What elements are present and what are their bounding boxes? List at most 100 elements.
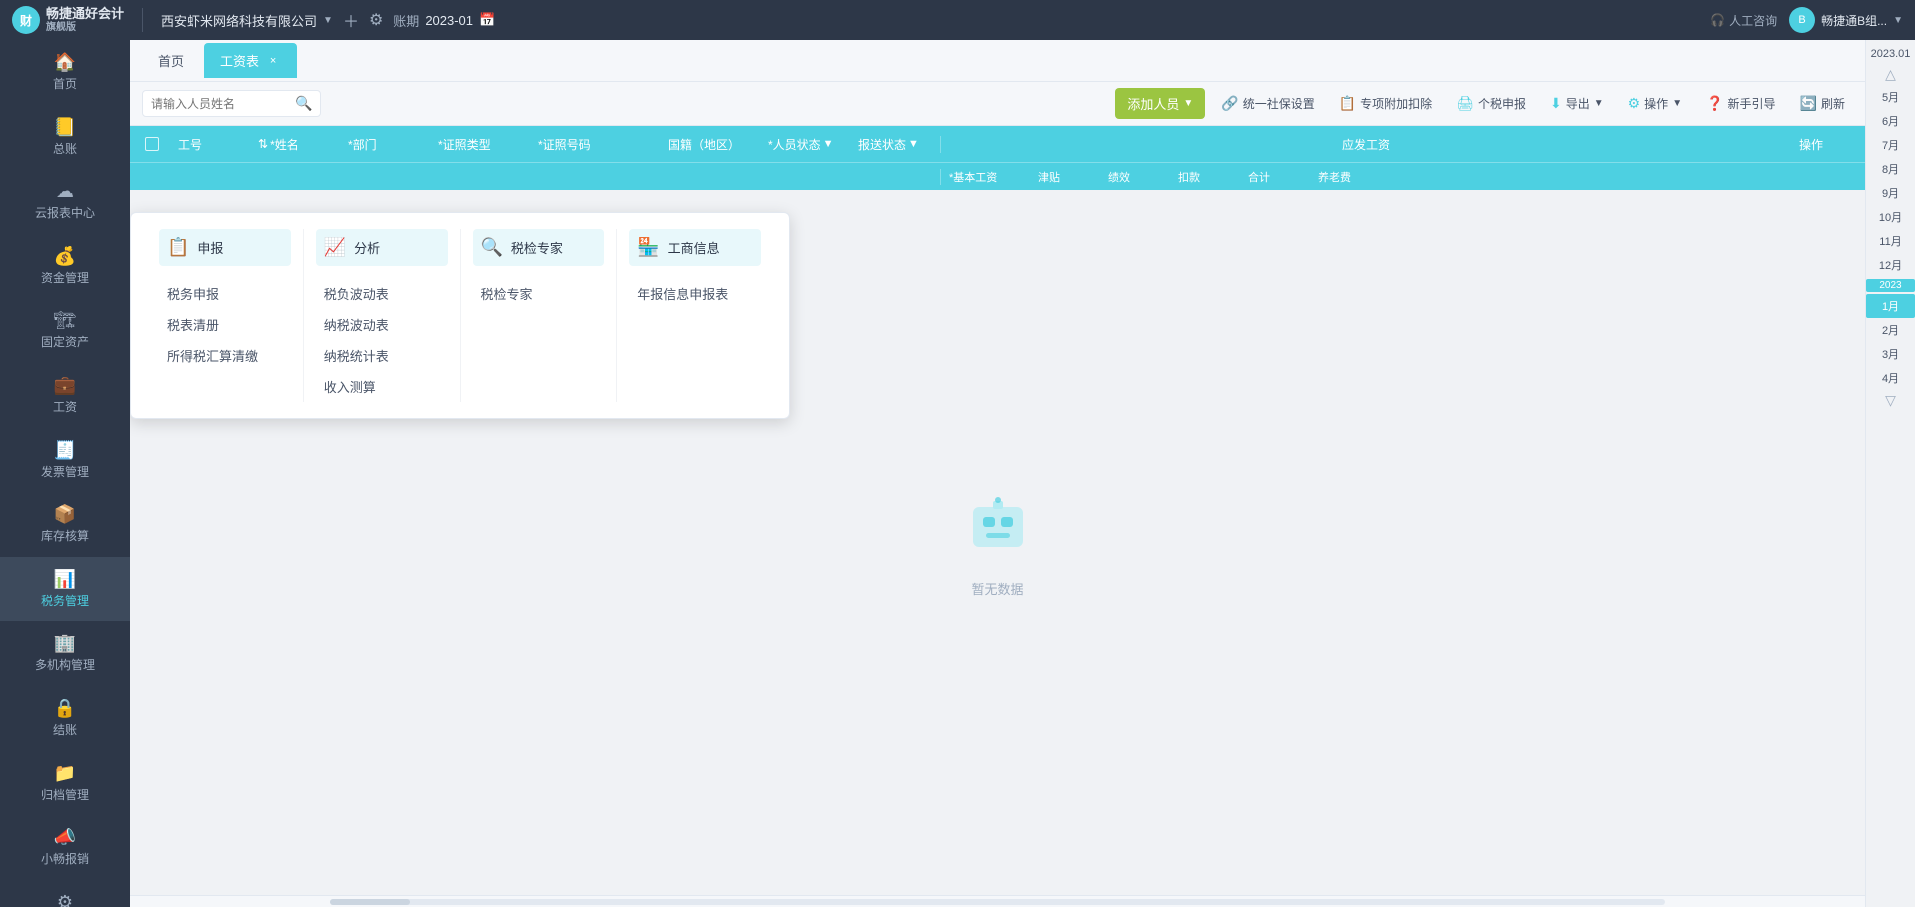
- sidebar-item-fixed-assets[interactable]: 🏗 固定资产: [0, 298, 130, 363]
- shouru-cesuan-item[interactable]: 收入测算: [316, 371, 448, 402]
- export-chevron-icon: ▼: [1594, 98, 1604, 109]
- th-base-salary: *基本工资: [940, 169, 1030, 185]
- dropdown-section-shuijian: 🔍 税检专家 税检专家: [461, 229, 618, 402]
- gongshang-header: 🏪 工商信息: [629, 229, 761, 266]
- sidebar-item-ledger[interactable]: 📒 总账: [0, 105, 130, 170]
- gongshang-title: 工商信息: [668, 238, 720, 257]
- tab-home[interactable]: 首页: [142, 43, 200, 78]
- tax-shenbao-item[interactable]: 税务申报: [159, 278, 291, 309]
- sidebar-label-inventory: 库存核算: [41, 529, 89, 545]
- add-person-chevron-icon: ▼: [1183, 98, 1193, 109]
- user-name: 畅捷通B组...: [1821, 12, 1887, 29]
- settings-button[interactable]: ⚙: [369, 10, 383, 30]
- shufu-biaodong-item[interactable]: 税负波动表: [316, 278, 448, 309]
- calendar-up-button[interactable]: △: [1883, 64, 1898, 85]
- calendar-month-12[interactable]: 12月: [1866, 253, 1915, 277]
- nianbao-item[interactable]: 年报信息申报表: [629, 278, 761, 309]
- guide2-icon: ❓: [1706, 95, 1723, 112]
- operations-icon: ⚙: [1628, 95, 1641, 112]
- sidebar-item-archive[interactable]: 📁 归档管理: [0, 751, 130, 816]
- calendar-month-2[interactable]: 2月: [1866, 318, 1915, 342]
- social-security-icon: 🔗: [1221, 95, 1238, 112]
- tax-report-button[interactable]: 🖨 个税申报: [1448, 91, 1534, 116]
- sidebar-item-fund[interactable]: 💰 资金管理: [0, 234, 130, 299]
- logo-text: 畅捷通好会计: [46, 6, 124, 22]
- search-input[interactable]: [151, 97, 291, 111]
- calendar-month-4[interactable]: 4月: [1866, 366, 1915, 390]
- header-checkbox[interactable]: [145, 137, 159, 151]
- table-subheader: *基本工资 津贴 绩效 扣款 合计 养老费: [130, 162, 1865, 190]
- org-icon: 🏢: [54, 633, 76, 654]
- nashui-tongjibiao-item[interactable]: 纳税统计表: [316, 340, 448, 371]
- guide2-label: 新手引导: [1728, 95, 1776, 112]
- guide-button[interactable]: ❓ 新手引导: [1698, 91, 1783, 116]
- add-company-button[interactable]: ＋: [343, 8, 359, 32]
- nashui-biaodong-item[interactable]: 纳税波动表: [316, 309, 448, 340]
- sidebar-label-salary: 工资: [53, 400, 77, 416]
- th-payroll-group: 应发工资: [940, 136, 1791, 153]
- logo-area: 财 畅捷通好会计 旗舰版: [12, 6, 124, 34]
- toolbar: 🔍 添加人员 ▼ 🔗 统一社保设置 📋 专项附加扣除 🖨 个税申报: [130, 82, 1865, 126]
- calendar-month-11[interactable]: 11月: [1866, 229, 1915, 253]
- scroll-bar[interactable]: [130, 895, 1865, 907]
- dropdown-section-gongshang: 🏪 工商信息 年报信息申报表: [617, 229, 773, 402]
- sidebar-item-home[interactable]: 🏠 首页: [0, 40, 130, 105]
- gongshang-icon: 🏪: [637, 237, 659, 258]
- th-cert-no: *证照号码: [530, 136, 660, 153]
- report-status-filter-icon[interactable]: ▼: [908, 138, 919, 150]
- sidebar-label-changtui: 小畅报销: [41, 852, 89, 868]
- calendar-down-button[interactable]: ▽: [1883, 390, 1898, 411]
- shuijian-item[interactable]: 税检专家: [473, 278, 605, 309]
- calendar-icon[interactable]: 📅: [479, 12, 495, 28]
- sidebar-item-cloud-report[interactable]: ☁ 云报表中心: [0, 169, 130, 234]
- th-dept: *部门: [340, 136, 430, 153]
- add-person-button[interactable]: 添加人员 ▼: [1115, 88, 1205, 119]
- calendar-month-1[interactable]: 1月: [1866, 294, 1915, 318]
- suode-huisuan-item[interactable]: 所得税汇算清缴: [159, 340, 291, 371]
- calendar-month-10[interactable]: 10月: [1866, 205, 1915, 229]
- sidebar-item-salary[interactable]: 💼 工资: [0, 363, 130, 428]
- th-checkbox[interactable]: [134, 137, 170, 151]
- sidebar-item-multi-org[interactable]: 🏢 多机构管理: [0, 621, 130, 686]
- dropdown-section-shenbao: 📋 申报 税务申报 税表清册 所得税汇算清缴: [147, 229, 304, 402]
- th-deduction: 扣款: [1170, 169, 1240, 185]
- calendar-month-3[interactable]: 3月: [1866, 342, 1915, 366]
- refresh-label: 刷新: [1821, 95, 1845, 112]
- sidebar-item-inventory[interactable]: 📦 库存核算: [0, 492, 130, 557]
- sidebar-item-close[interactable]: 🔒 结账: [0, 686, 130, 751]
- calendar-month-9[interactable]: 9月: [1866, 181, 1915, 205]
- sidebar-item-invoice[interactable]: 🧾 发票管理: [0, 428, 130, 493]
- tab-close-button[interactable]: ×: [265, 53, 281, 69]
- period-value: 2023-01: [425, 13, 473, 28]
- sidebar-label-cloud: 云报表中心: [35, 206, 95, 222]
- calendar-month-6[interactable]: 6月: [1866, 109, 1915, 133]
- tax-qingdan-item[interactable]: 税表清册: [159, 309, 291, 340]
- operations-button[interactable]: ⚙ 操作 ▼: [1620, 91, 1690, 116]
- refresh-button[interactable]: 🔄 刷新: [1792, 91, 1853, 116]
- tax-report-icon: 🖨: [1456, 95, 1474, 112]
- export-button[interactable]: ⬇ 导出 ▼: [1542, 91, 1612, 116]
- person-status-filter-icon[interactable]: ▼: [823, 138, 834, 150]
- user-area[interactable]: B 畅捷通B组... ▼: [1789, 7, 1903, 33]
- tab-salary[interactable]: 工资表 ×: [204, 43, 297, 78]
- th-pension: 养老费: [1310, 169, 1380, 185]
- social-security-label: 统一社保设置: [1243, 95, 1315, 112]
- calendar-month-8[interactable]: 8月: [1866, 157, 1915, 181]
- tab-bar: 首页 工资表 ×: [130, 40, 1865, 82]
- sidebar-label-fixed: 固定资产: [41, 335, 89, 351]
- calendar-month-5[interactable]: 5月: [1866, 85, 1915, 109]
- service-button[interactable]: 🎧 人工咨询: [1710, 12, 1777, 29]
- header-left: 财 畅捷通好会计 旗舰版 西安虾米网络科技有限公司 ▼ ＋ ⚙ 账期 2023-…: [12, 6, 495, 34]
- sidebar-item-basic[interactable]: ⚙ 基础设置: [0, 880, 130, 907]
- scroll-thumb[interactable]: [330, 899, 410, 905]
- social-security-button[interactable]: 🔗 统一社保设置: [1213, 91, 1322, 116]
- sidebar-item-tax[interactable]: 📊 税务管理: [0, 557, 130, 622]
- sort-up-icon: ⇅: [258, 137, 268, 151]
- calendar-month-7[interactable]: 7月: [1866, 133, 1915, 157]
- sidebar-item-changtui[interactable]: 📣 小畅报销: [0, 815, 130, 880]
- special-deduct-button[interactable]: 📋 专项附加扣除: [1331, 91, 1440, 116]
- th-emp-no: 工号: [170, 136, 250, 153]
- company-selector[interactable]: 西安虾米网络科技有限公司 ▼: [161, 11, 333, 30]
- add-person-label: 添加人员: [1127, 94, 1179, 113]
- th-performance: 绩效: [1100, 169, 1170, 185]
